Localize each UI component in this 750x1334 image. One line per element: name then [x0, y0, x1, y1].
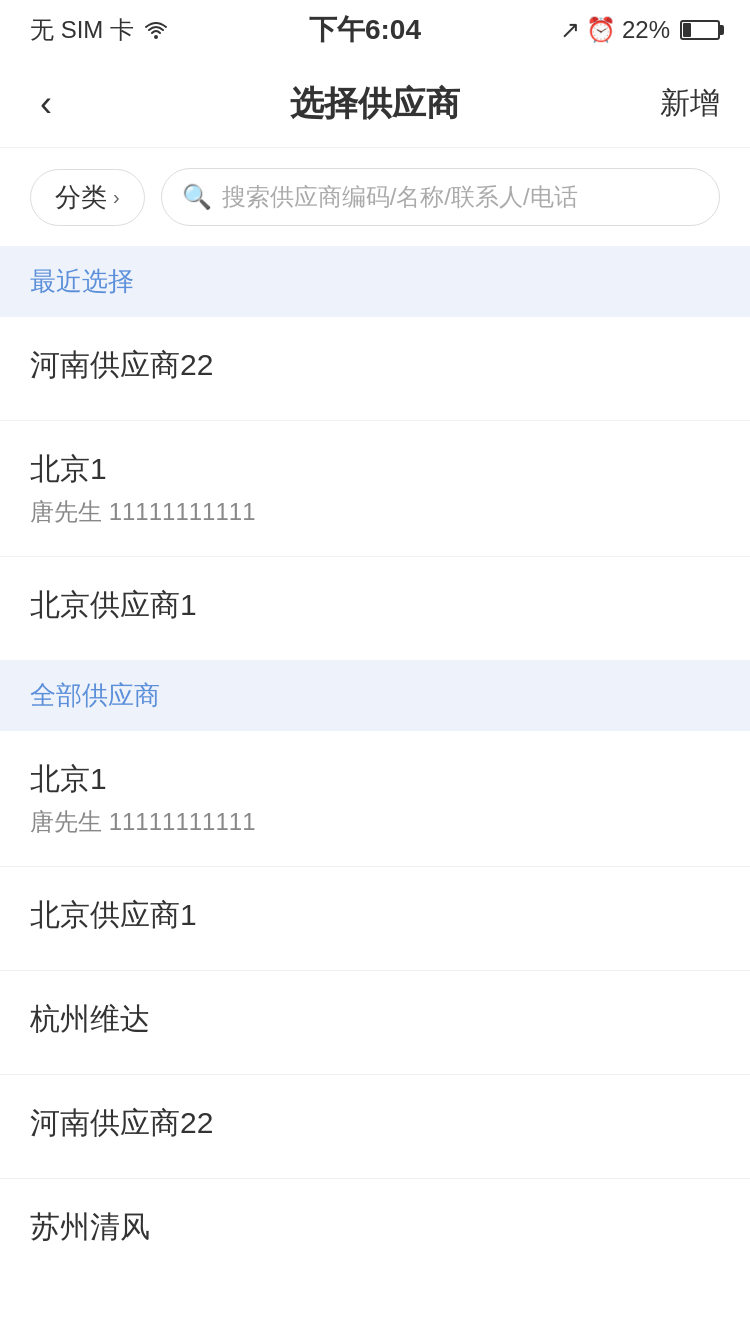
search-placeholder-text: 搜索供应商编码/名称/联系人/电话 [222, 181, 578, 213]
status-right: ↗ ⏰ 22% [560, 16, 720, 44]
nav-bar: ‹ 选择供应商 新增 [0, 60, 750, 148]
back-button[interactable]: ‹ [30, 73, 90, 135]
svg-point-0 [154, 35, 158, 39]
list-item[interactable]: 北京供应商1 [0, 867, 750, 971]
item-sub: 唐先生 11111111111 [30, 806, 720, 838]
battery-percent: 22% [622, 16, 670, 44]
recent-section-header: 最近选择 [0, 246, 750, 317]
item-name: 北京供应商1 [30, 895, 720, 936]
list-item[interactable]: 河南供应商22 [0, 1075, 750, 1179]
alarm-icon: ⏰ [586, 16, 616, 44]
item-name: 北京1 [30, 759, 720, 800]
all-list: 北京1 唐先生 11111111111 北京供应商1 杭州维达河南供应商22 苏州清风 [0, 731, 750, 1282]
battery-icon [680, 20, 720, 40]
status-time: 下午6:04 [309, 11, 421, 49]
item-name: 河南供应商22 [30, 345, 720, 386]
item-sub: 唐先生 11111111111 [30, 496, 720, 528]
list-item[interactable]: 杭州维达 [0, 971, 750, 1075]
list-item[interactable]: 北京1 唐先生 11111111111 [0, 731, 750, 867]
wifi-icon [142, 20, 170, 40]
category-label: 分类 [55, 180, 107, 215]
item-name: 杭州维达 [30, 999, 720, 1040]
status-left: 无 SIM 卡 [30, 14, 170, 46]
chevron-right-icon: › [113, 186, 120, 209]
filter-bar: 分类 › 🔍 搜索供应商编码/名称/联系人/电话 [0, 148, 750, 246]
item-name: 苏州清风 [30, 1207, 720, 1248]
new-button[interactable]: 新增 [660, 83, 720, 124]
list-item[interactable]: 北京供应商1 [0, 557, 750, 660]
recent-list: 河南供应商22 北京1 唐先生 11111111111 北京供应商1 [0, 317, 750, 660]
all-section-header: 全部供应商 [0, 660, 750, 731]
list-item[interactable]: 苏州清风 [0, 1179, 750, 1282]
list-item[interactable]: 北京1 唐先生 11111111111 [0, 421, 750, 557]
search-input[interactable]: 🔍 搜索供应商编码/名称/联系人/电话 [161, 168, 720, 226]
page-title: 选择供应商 [90, 81, 660, 127]
category-button[interactable]: 分类 › [30, 169, 145, 226]
location-icon: ↗ [560, 16, 580, 44]
item-name: 北京供应商1 [30, 585, 720, 626]
sim-status: 无 SIM 卡 [30, 14, 134, 46]
item-name: 河南供应商22 [30, 1103, 720, 1144]
list-item[interactable]: 河南供应商22 [0, 317, 750, 421]
status-bar: 无 SIM 卡 下午6:04 ↗ ⏰ 22% [0, 0, 750, 60]
search-icon: 🔍 [182, 183, 212, 211]
item-name: 北京1 [30, 449, 720, 490]
